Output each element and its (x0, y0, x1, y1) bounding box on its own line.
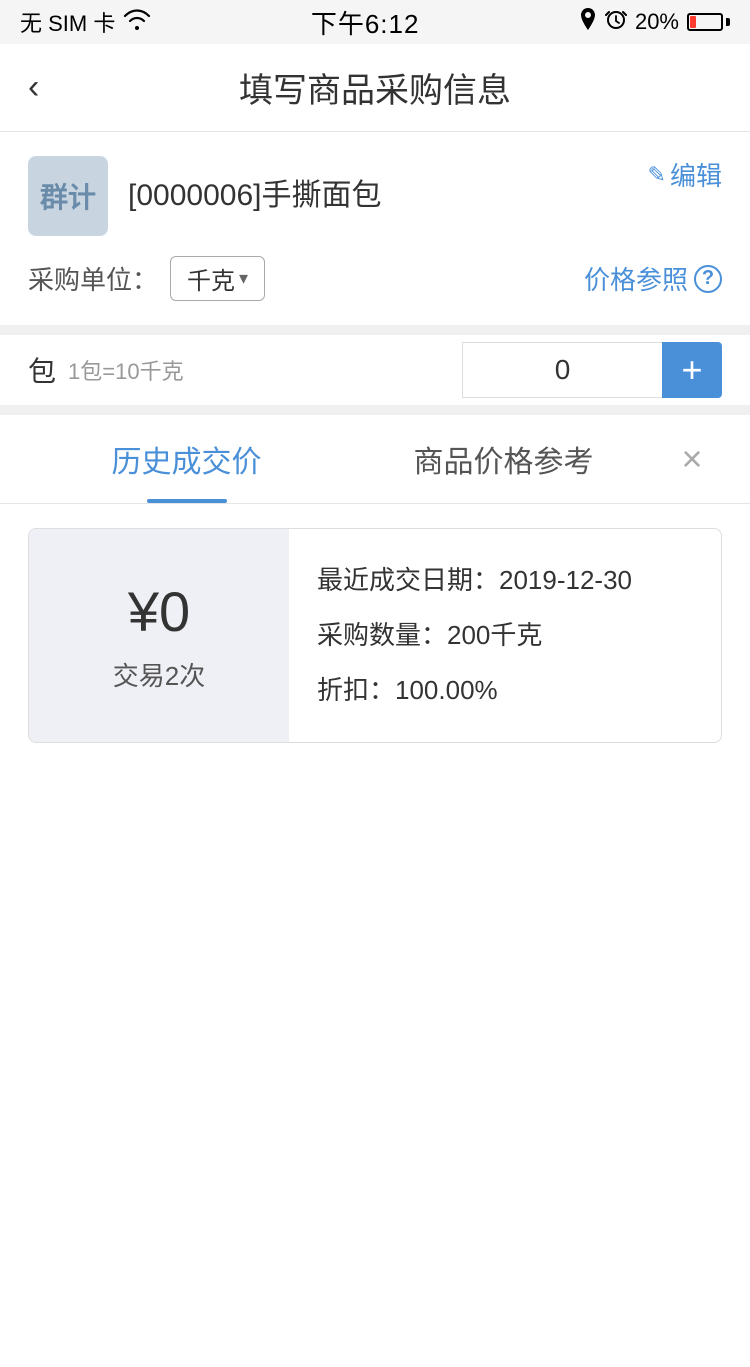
help-icon: ? (694, 265, 722, 293)
main-background (0, 767, 750, 1367)
tab-price-ref-label: 商品价格参考 (414, 437, 594, 481)
tab-active-indicator (147, 499, 227, 503)
status-left: 无 SIM 卡 (20, 6, 151, 38)
product-header: 群计 [0000006]手撕面包 ✎ 编辑 (28, 156, 722, 236)
tabs-close-button[interactable]: × (662, 415, 722, 503)
tabs-header: 历史成交价 商品价格参考 × (0, 415, 750, 503)
unit-value: 千克 (187, 261, 235, 296)
product-card: 群计 [0000006]手撕面包 ✎ 编辑 采购单位： 千克 ▾ 价格参照 ? (0, 132, 750, 335)
history-price: ¥0 (128, 579, 190, 644)
recent-date-label: 最近成交日期： (317, 565, 499, 595)
product-thumbnail: 群计 (28, 156, 108, 236)
back-button[interactable]: ‹ (28, 68, 39, 107)
product-footer: 采购单位： 千克 ▾ 价格参照 ? (28, 256, 722, 301)
package-label: 包 (28, 350, 56, 390)
edit-label: 编辑 (670, 156, 722, 193)
edit-button[interactable]: ✎ 编辑 (648, 156, 722, 193)
discount-row: 折扣：100.00% (317, 671, 693, 710)
location-icon (579, 8, 597, 36)
tabs-section: 历史成交价 商品价格参考 × (0, 415, 750, 504)
history-detail-section: 最近成交日期：2019-12-30 采购数量：200千克 折扣：100.00% (289, 529, 721, 742)
price-reference-button[interactable]: 价格参照 ? (584, 260, 722, 297)
quantity-row: 包 1包=10千克 + (0, 335, 750, 415)
quantity-label: 包 1包=10千克 (28, 350, 184, 390)
history-price-section: ¥0 交易2次 (29, 529, 289, 742)
discount-label: 折扣： (317, 675, 395, 705)
nav-bar: ‹ 填写商品采购信息 (0, 44, 750, 132)
tab-price-reference[interactable]: 商品价格参考 (345, 415, 662, 503)
package-ratio: 1包=10千克 (68, 354, 184, 386)
history-content: ¥0 交易2次 最近成交日期：2019-12-30 采购数量：200千克 折扣：… (0, 504, 750, 767)
status-time: 下午6:12 (311, 4, 420, 41)
unit-section: 采购单位： 千克 ▾ (28, 256, 265, 301)
battery-percentage: 20% (635, 9, 679, 35)
product-name: [0000006]手撕面包 (128, 175, 381, 217)
tab-history-price[interactable]: 历史成交价 (28, 415, 345, 503)
status-bar: 无 SIM 卡 下午6:12 20% (0, 0, 750, 44)
wifi-icon (123, 8, 151, 36)
status-right: 20% (579, 8, 730, 36)
battery-icon (687, 13, 730, 31)
recent-date-row: 最近成交日期：2019-12-30 (317, 561, 693, 600)
recent-date-value: 2019-12-30 (499, 565, 632, 595)
edit-icon: ✎ (648, 162, 666, 188)
product-logo-text: 群计 (40, 176, 96, 216)
quantity-input[interactable] (462, 342, 662, 398)
quantity-plus-button[interactable]: + (662, 342, 722, 398)
purchase-qty-label: 采购数量： (317, 620, 447, 650)
price-ref-label: 价格参照 (584, 260, 688, 297)
quantity-input-group: + (462, 342, 722, 398)
no-sim-text: 无 SIM 卡 (20, 6, 115, 38)
history-card: ¥0 交易2次 最近成交日期：2019-12-30 采购数量：200千克 折扣：… (28, 528, 722, 743)
history-count: 交易2次 (113, 656, 205, 693)
product-left: 群计 [0000006]手撕面包 (28, 156, 381, 236)
unit-label: 采购单位： (28, 260, 158, 297)
unit-select[interactable]: 千克 ▾ (170, 256, 265, 301)
discount-value: 100.00% (395, 675, 498, 705)
purchase-qty-value: 200千克 (447, 620, 542, 650)
tab-history-label: 历史成交价 (112, 437, 262, 481)
purchase-qty-row: 采购数量：200千克 (317, 616, 693, 655)
page-title: 填写商品采购信息 (239, 63, 511, 112)
chevron-down-icon: ▾ (239, 268, 248, 289)
alarm-icon (605, 8, 627, 36)
